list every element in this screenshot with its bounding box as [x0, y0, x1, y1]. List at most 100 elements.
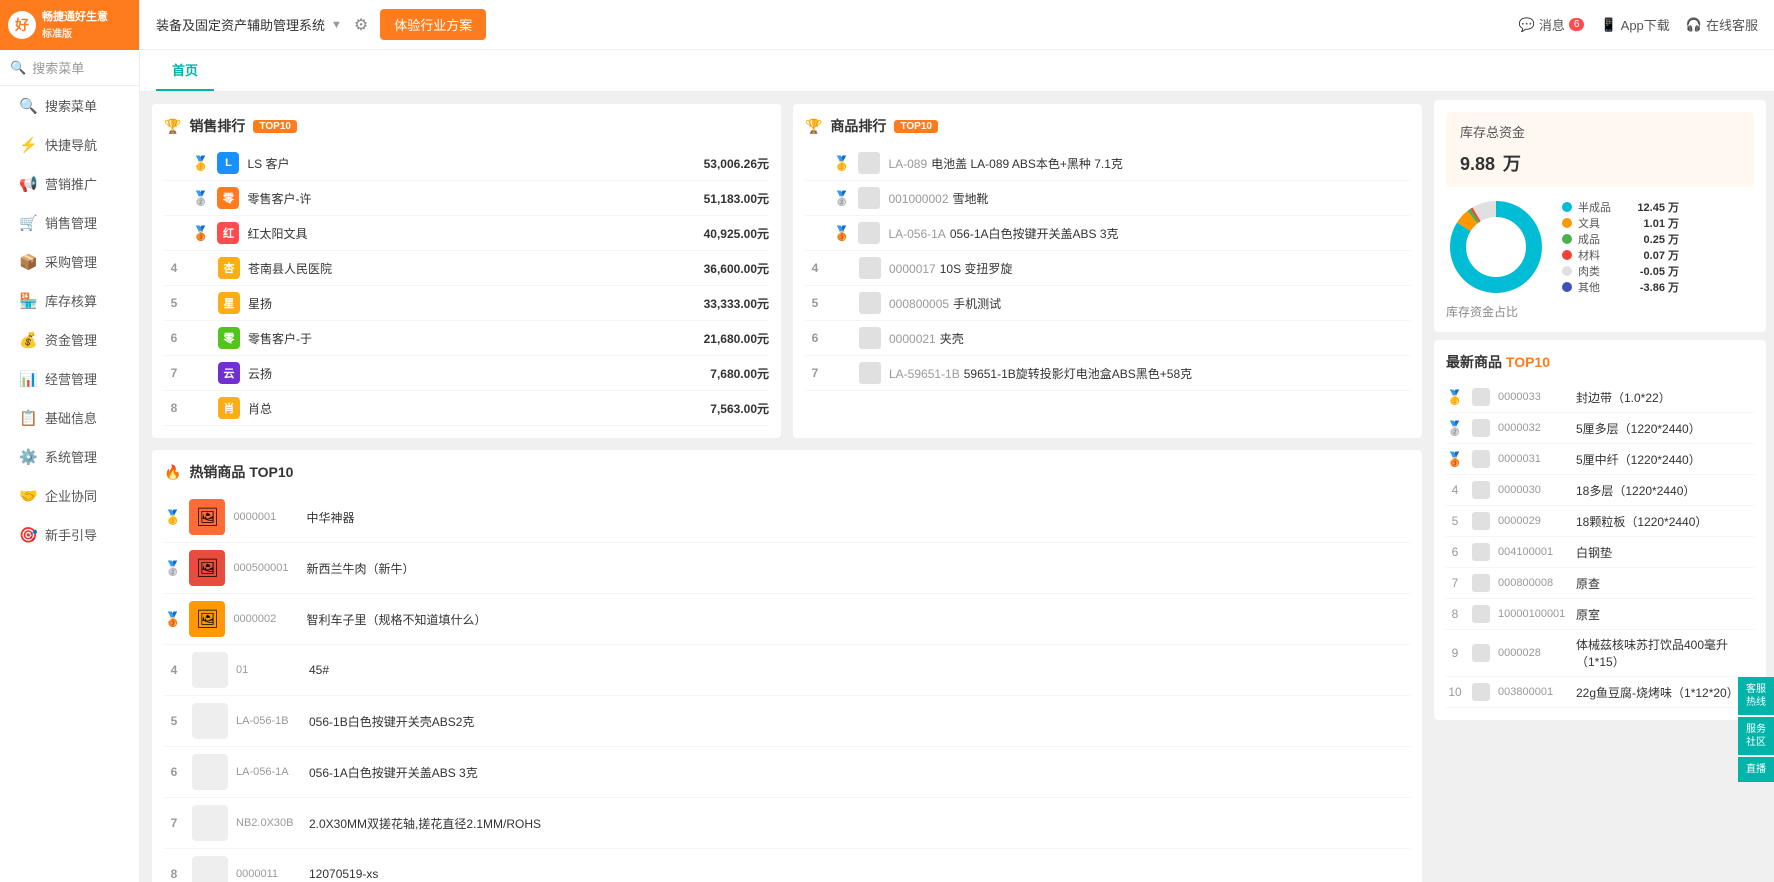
chevron-down-icon: ▼ — [331, 19, 342, 31]
sidebar-item-enterprise[interactable]: 🤝企业协同 — [0, 476, 139, 515]
customer-avatar: 零 — [217, 187, 239, 209]
rank-number: 6 — [164, 765, 184, 779]
right-panel: 库存总资金 9.88 万 — [1434, 92, 1774, 882]
product-rank-card: 🏆 商品排行 TOP10 🥇 LA-089电池盖 LA-089 ABS本色+黑种… — [793, 104, 1422, 438]
table-row: 4 000001710S 变扭罗旋 — [805, 251, 1410, 286]
product-code: 000500001 — [233, 562, 298, 574]
sidebar-item-sales[interactable]: 🛒销售管理 — [0, 203, 139, 242]
sidebar: 好 畅捷通好生意 标准版 🔍 搜索菜单 🔍搜索菜单⚡快捷导航📢营销推广🛒销售管理… — [0, 0, 140, 882]
customer-rank-title: 🏆 销售排行 TOP10 — [164, 116, 769, 136]
app-download-btn[interactable]: 📱 App下载 — [1600, 15, 1669, 34]
rank-number: 6 — [805, 331, 825, 345]
list-item: 🥈 0000032 5厘多层（1220*2440） — [1446, 413, 1754, 444]
legend-name: 材料 — [1578, 247, 1623, 263]
system-selector[interactable]: 装备及固定资产辅助管理系统 ▼ — [156, 15, 342, 34]
newest-product-thumb — [1472, 543, 1490, 561]
message-label: 消息 — [1539, 15, 1565, 34]
rank-number: 7 — [164, 816, 184, 830]
medal-icon: 🥇 — [192, 155, 209, 172]
float-btn-live[interactable]: 直播 — [1738, 757, 1774, 782]
newest-code: 0000028 — [1498, 647, 1568, 659]
product-thumb — [858, 187, 880, 209]
table-row: 7 云 云扬 7,680.00元 — [164, 356, 769, 391]
newest-code: 0000033 — [1498, 391, 1568, 403]
product-info: 000001710S 变扭罗旋 — [889, 260, 1410, 277]
search-menu[interactable]: 🔍 搜索菜单 — [0, 50, 139, 86]
medal-icon: 🥇 — [164, 509, 181, 526]
sidebar-item-basic[interactable]: 📋基础信息 — [0, 398, 139, 437]
online-service-btn[interactable]: 🎧 在线客服 — [1686, 15, 1758, 34]
sidebar-item-inventory[interactable]: 🏪库存核算 — [0, 281, 139, 320]
rank-number: 4 — [164, 261, 184, 275]
legend-item: 文具 1.01 万 — [1562, 215, 1679, 231]
float-btn-service[interactable]: 客服热线 — [1738, 677, 1774, 715]
customer-amount: 51,183.00元 — [704, 190, 769, 207]
customer-amount: 33,333.00元 — [704, 295, 769, 312]
sidebar-item-search[interactable]: 🔍搜索菜单 — [0, 86, 139, 125]
newest-product-thumb — [1472, 644, 1490, 662]
nav-label-purchase: 采购管理 — [45, 252, 97, 271]
nav-label-operation: 经营管理 — [45, 369, 97, 388]
list-item: 8 0000011 12070519-xs — [164, 849, 1410, 882]
search-menu-label: 搜索菜单 — [32, 58, 84, 77]
legend-value: -3.86 万 — [1629, 279, 1679, 295]
float-buttons: 客服热线 服务社区 直播 — [1738, 677, 1774, 782]
medal-icon: 🥈 — [192, 190, 209, 207]
inventory-ratio-label: 库存资金占比 — [1446, 303, 1754, 320]
sidebar-item-guide[interactable]: 🎯新手引导 — [0, 515, 139, 554]
sidebar-item-quick[interactable]: ⚡快捷导航 — [0, 125, 139, 164]
nav-label-system: 系统管理 — [45, 447, 97, 466]
rank-number: 9 — [1446, 646, 1464, 660]
online-service-label: 在线客服 — [1706, 15, 1758, 34]
list-item: 6 LA-056-1A 056-1A白色按键开关盖ABS 3克 — [164, 747, 1410, 798]
newest-product-thumb — [1472, 683, 1490, 701]
hot-products-card: 🔥 热销商品 TOP10 🥇 🖼 0000001 中华神器 🥈 🖼 000500… — [152, 450, 1422, 882]
float-btn-community[interactable]: 服务社区 — [1738, 717, 1774, 755]
nav-label-guide: 新手引导 — [45, 525, 97, 544]
product-placeholder — [192, 856, 228, 882]
left-panel: 🏆 销售排行 TOP10 🥇 L LS 客户 53,006.26元 🥈 零 零售… — [140, 92, 1434, 882]
inventory-card: 库存总资金 9.88 万 — [1434, 100, 1766, 332]
list-item: 🥇 0000033 封边带（1.0*22） — [1446, 382, 1754, 413]
headset-icon: 🎧 — [1686, 17, 1702, 33]
legend-dot — [1562, 218, 1572, 228]
newest-name: 体械茲核味苏打饮品400毫升（1*15） — [1576, 636, 1754, 670]
medal-icon: 🥇 — [1446, 389, 1464, 406]
product-thumb — [859, 292, 881, 314]
product-info: 000800005手机测试 — [889, 295, 1410, 312]
fire-icon: 🔥 — [164, 464, 181, 481]
sidebar-item-system[interactable]: ⚙️系统管理 — [0, 437, 139, 476]
medal-icon: 🥈 — [164, 560, 181, 577]
product-rank-label: 商品排行 — [830, 116, 886, 136]
product-name: 056-1B白色按键开关壳ABS2克 — [309, 713, 1410, 730]
settings-icon[interactable]: ⚙ — [354, 15, 368, 35]
newest-code: 0000029 — [1498, 515, 1568, 527]
product-code: 0000002 — [233, 613, 298, 625]
newest-name: 5厘多层（1220*2440） — [1576, 420, 1754, 437]
sidebar-item-marketing[interactable]: 📢营销推广 — [0, 164, 139, 203]
sidebar-item-finance[interactable]: 💰资金管理 — [0, 320, 139, 359]
inventory-unit: 万 — [1503, 154, 1521, 174]
newest-product-thumb — [1472, 605, 1490, 623]
tab-home[interactable]: 首页 — [156, 50, 214, 91]
customer-name: LS 客户 — [247, 155, 695, 172]
experience-btn[interactable]: 体验行业方案 — [380, 9, 486, 40]
legend-value: 0.25 万 — [1629, 231, 1679, 247]
legend-value: 12.45 万 — [1629, 199, 1679, 215]
sidebar-item-purchase[interactable]: 📦采购管理 — [0, 242, 139, 281]
rank-number: 4 — [1446, 483, 1464, 497]
product-name: 2.0X30MM双搓花轴,搓花直径2.1MM/ROHS — [309, 815, 1410, 832]
customer-avatar: 红 — [217, 222, 239, 244]
product-code: 0000011 — [236, 868, 301, 880]
main-area: 装备及固定资产辅助管理系统 ▼ ⚙ 体验行业方案 💬 消息 6 📱 App下载 … — [140, 0, 1774, 882]
medal-icon: 🥈 — [833, 190, 850, 207]
newest-name: 18多层（1220*2440） — [1576, 482, 1754, 499]
rank-number: 5 — [164, 714, 184, 728]
sidebar-item-operation[interactable]: 📊经营管理 — [0, 359, 139, 398]
donut-legend: 半成品 12.45 万 文具 1.01 万 成品 0.25 万 材料 0.07 … — [1562, 199, 1679, 295]
product-top10-badge: TOP10 — [894, 120, 938, 133]
message-btn[interactable]: 💬 消息 6 — [1519, 15, 1585, 34]
legend-name: 其他 — [1578, 279, 1623, 295]
rank-section: 🏆 销售排行 TOP10 🥇 L LS 客户 53,006.26元 🥈 零 零售… — [152, 104, 1422, 438]
newest-name: 白钢垫 — [1576, 544, 1754, 561]
